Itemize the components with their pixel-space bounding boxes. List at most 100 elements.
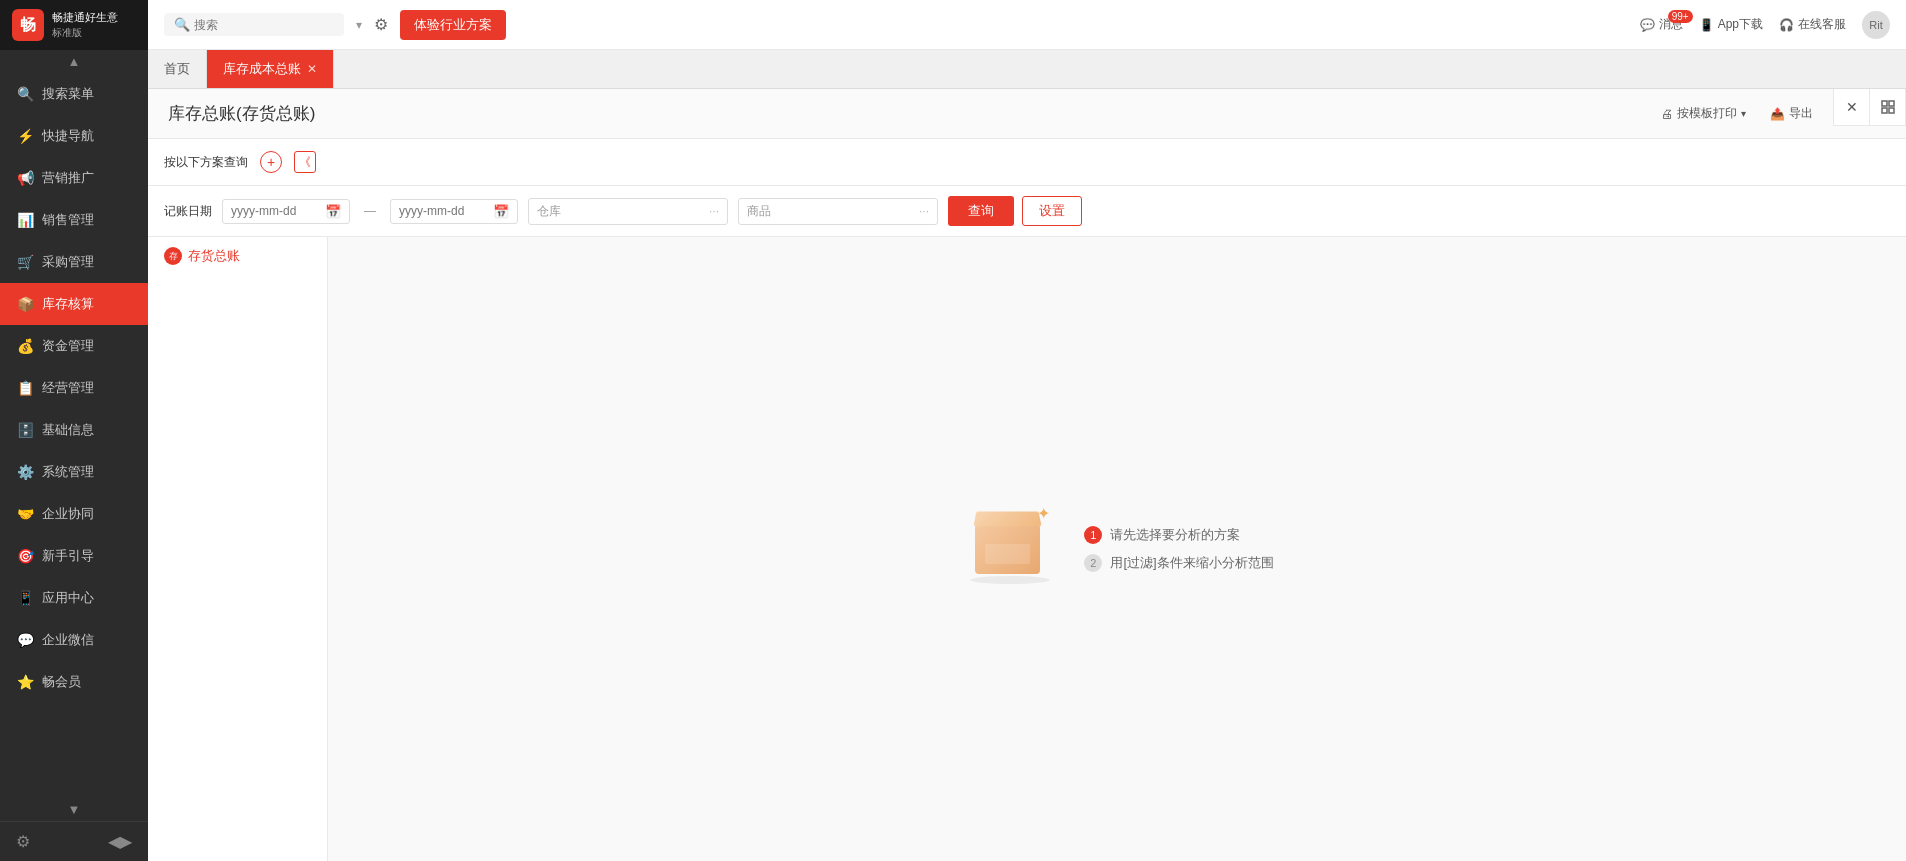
search-box[interactable]: 🔍 [164,13,344,36]
calendar-icon: 📅 [325,204,341,219]
sidebar-item-finance[interactable]: 💰 资金管理 [0,325,148,367]
svg-rect-2 [1882,108,1887,113]
sidebar-item-wechat[interactable]: 💬 企业微信 [0,619,148,661]
sidebar-item-apps[interactable]: 📱 应用中心 [0,577,148,619]
inventory-icon: 📦 [16,295,34,313]
export-btn[interactable]: 📤 导出 [1764,101,1819,126]
wechat-icon: 💬 [16,631,34,649]
hint-num-1: 1 [1084,526,1102,544]
tab-inventory-ledger[interactable]: 库存成本总账 ✕ [207,50,334,88]
content-wrapper: 存 存货总账 ✦ [148,237,1906,861]
left-panel-item-inventory[interactable]: 存 存货总账 [148,237,327,275]
filter-add-btn[interactable]: + [260,151,282,173]
filter-row: 记账日期 📅 — 📅 仓库 ··· 商品 ··· 查询 设置 [148,186,1906,237]
page-title: 库存总账(存货总账) [168,102,315,125]
query-btn[interactable]: 查询 [948,196,1014,226]
main-area: 🔍 ▾ ⚙ 体验行业方案 💬 消息 99+ 📱 App下载 🎧 在线客服 Rit [148,0,1906,861]
tab-close-icon[interactable]: ✕ [307,62,317,76]
data-area: ✦ [328,237,1906,861]
sidebar-item-operations[interactable]: 📋 经营管理 [0,367,148,409]
purchase-icon: 🛒 [16,253,34,271]
app-download-btn[interactable]: 📱 App下载 [1699,16,1763,33]
sidebar-scroll-area: 🔍 搜索菜单 ⚡ 快捷导航 📢 营销推广 📊 销售管理 🛒 采购管理 📦 库存核… [0,73,148,798]
sidebar: 畅 畅捷通好生意 标准版 ▲ 🔍 搜索菜单 ⚡ 快捷导航 📢 营销推广 📊 销售… [0,0,148,861]
inventory-ledger-icon: 存 [164,247,182,265]
finance-icon: 💰 [16,337,34,355]
user-avatar[interactable]: Rit [1862,11,1890,39]
search-chevron-icon[interactable]: ▾ [356,18,362,32]
date-separator: — [360,204,380,218]
left-panel: 存 存货总账 [148,237,328,861]
sidebar-item-basic[interactable]: 🗄️ 基础信息 [0,409,148,451]
sidebar-scroll-up[interactable]: ▲ [0,50,148,73]
guide-icon: 🎯 [16,547,34,565]
page-header: 库存总账(存货总账) 🖨 按模板打印 ▾ 📤 导出 🔄 刷新 [148,89,1906,139]
tab-home[interactable]: 首页 [148,50,207,88]
apps-icon: 📱 [16,589,34,607]
sidebar-logo: 畅 畅捷通好生意 标准版 [0,0,148,50]
svg-rect-1 [1889,101,1894,106]
filter-collapse-btn[interactable]: 《 [294,151,316,173]
topbar: 🔍 ▾ ⚙ 体验行业方案 💬 消息 99+ 📱 App下载 🎧 在线客服 Rit [148,0,1906,50]
sidebar-item-guide[interactable]: 🎯 新手引导 [0,535,148,577]
close-panel-btn[interactable]: ✕ [1834,89,1870,125]
hint-1: 1 请先选择要分析的方案 [1084,526,1273,544]
sidebar-item-inventory[interactable]: 📦 库存核算 [0,283,148,325]
warehouse-more-icon: ··· [709,204,719,218]
product-more-icon: ··· [919,204,929,218]
product-select[interactable]: 商品 ··· [738,198,938,225]
calendar-icon-end: 📅 [493,204,509,219]
collapse-icon[interactable]: ◀▶ [108,832,132,851]
industry-btn[interactable]: 体验行业方案 [400,10,506,40]
print-chevron-icon: ▾ [1741,108,1746,119]
quicknav-icon: ⚡ [16,127,34,145]
print-icon: 🖨 [1661,107,1673,121]
online-service-btn[interactable]: 🎧 在线客服 [1779,16,1846,33]
basic-icon: 🗄️ [16,421,34,439]
sidebar-scroll-down[interactable]: ▼ [0,798,148,821]
filter-bar: 按以下方案查询 + 《 [148,139,1906,186]
search-icon: 🔍 [174,17,190,32]
sidebar-item-system[interactable]: ⚙️ 系统管理 [0,451,148,493]
sidebar-item-member[interactable]: ⭐ 畅会员 [0,661,148,703]
sidebar-item-enterprise[interactable]: 🤝 企业协同 [0,493,148,535]
sales-icon: 📊 [16,211,34,229]
filter-label: 按以下方案查询 [164,154,248,171]
search-input[interactable] [194,18,314,32]
sidebar-item-marketing[interactable]: 📢 营销推广 [0,157,148,199]
logo-icon: 畅 [12,9,44,41]
phone-icon: 📱 [1699,18,1714,32]
settings-icon[interactable]: ⚙ [16,832,30,851]
filter-settings-btn[interactable]: 设置 [1022,196,1082,226]
member-icon: ⭐ [16,673,34,691]
hint-2: 2 用[过滤]条件来缩小分析范围 [1084,554,1273,572]
sidebar-item-quicknav[interactable]: ⚡ 快捷导航 [0,115,148,157]
print-btn[interactable]: 🖨 按模板打印 ▾ [1655,101,1752,126]
date-end-input[interactable]: 📅 [390,199,518,224]
svg-rect-0 [1882,101,1887,106]
headset-icon: 🎧 [1779,18,1794,32]
logo-text: 畅捷通好生意 标准版 [52,10,118,39]
empty-illustration: ✦ [960,499,1060,599]
empty-text: 1 请先选择要分析的方案 2 用[过滤]条件来缩小分析范围 [1084,526,1273,572]
sidebar-item-purchase[interactable]: 🛒 采购管理 [0,241,148,283]
settings-gear-icon[interactable]: ⚙ [374,15,388,34]
message-icon: 💬 [1640,18,1655,32]
date-start-input[interactable]: 📅 [222,199,350,224]
messages-btn[interactable]: 💬 消息 99+ [1640,16,1683,33]
svg-rect-3 [1889,108,1894,113]
marketing-icon: 📢 [16,169,34,187]
warehouse-select[interactable]: 仓库 ··· [528,198,728,225]
system-icon: ⚙️ [16,463,34,481]
topbar-right: 💬 消息 99+ 📱 App下载 🎧 在线客服 Rit [1640,11,1890,39]
sidebar-footer: ⚙ ◀▶ [0,821,148,861]
sidebar-item-sales[interactable]: 📊 销售管理 [0,199,148,241]
hint-num-2: 2 [1084,554,1102,572]
operations-icon: 📋 [16,379,34,397]
sidebar-item-search[interactable]: 🔍 搜索菜单 [0,73,148,115]
export-icon: 📤 [1770,107,1785,121]
panel-controls: ✕ [1833,89,1906,126]
tabs-bar: 首页 库存成本总账 ✕ [148,50,1906,89]
resize-panel-btn[interactable] [1870,89,1906,125]
search-icon: 🔍 [16,85,34,103]
